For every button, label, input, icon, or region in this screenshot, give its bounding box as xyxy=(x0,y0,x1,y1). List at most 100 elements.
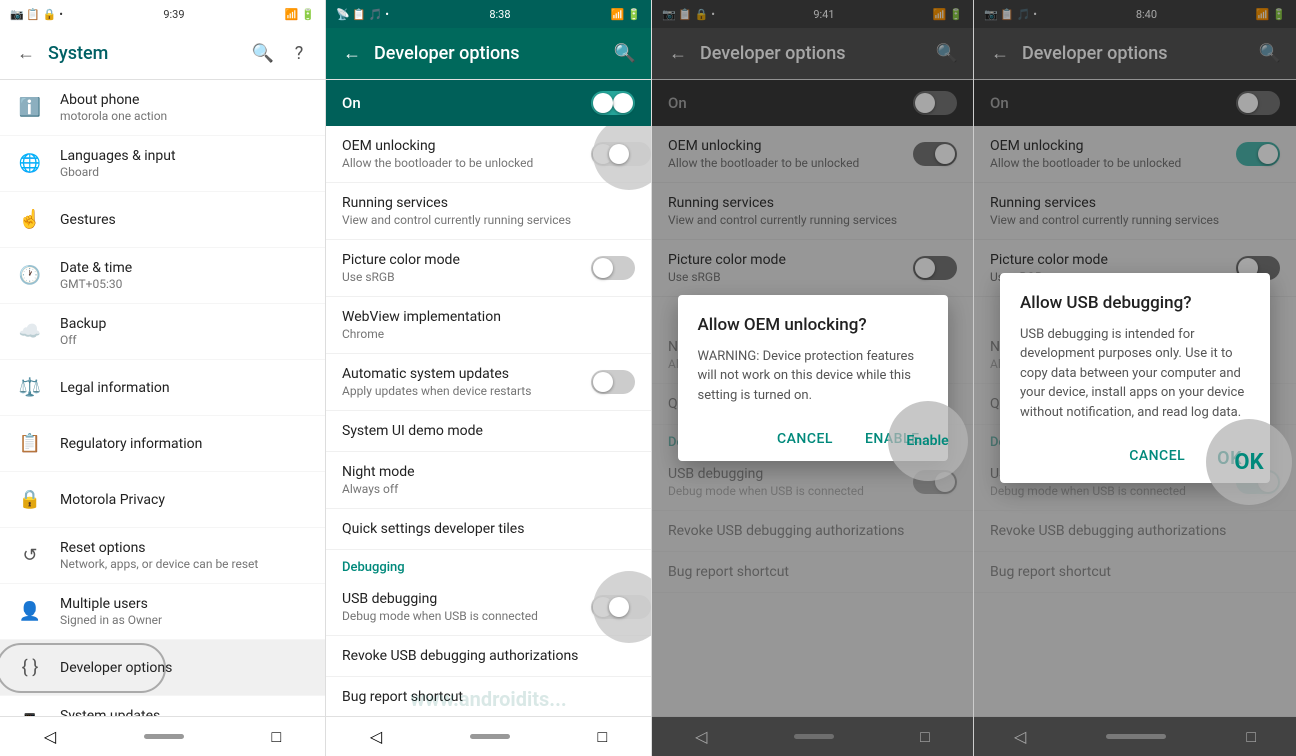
oem-circle-overlay xyxy=(593,126,651,190)
help-icon-1[interactable]: ? xyxy=(285,40,313,68)
recents-nav-2[interactable]: □ xyxy=(597,727,607,747)
auto-updates-title-2: Automatic system updates xyxy=(342,366,531,382)
usb-cancel-btn[interactable]: Cancel xyxy=(1121,442,1193,475)
setting-users[interactable]: 👤 Multiple users Signed in as Owner xyxy=(0,584,325,640)
panel-developer-oem-dialog: 📷 📋 🔒 • 9:41 📶 🔋 ← Developer options 🔍 O… xyxy=(652,0,974,756)
auto-updates-sub-2: Apply updates when device restarts xyxy=(342,384,531,398)
oem-dialog-overlay: Allow OEM unlocking? WARNING: Device pro… xyxy=(652,0,973,756)
developer-title: Developer options xyxy=(60,660,309,676)
panel-developer-options: 📡 📋 🎵 • 8:38 📶 🔋 ← Developer options 🔍 O… xyxy=(326,0,652,756)
dev-revoke-usb-2[interactable]: Revoke USB debugging authorizations xyxy=(326,636,651,677)
reset-icon: ↺ xyxy=(16,542,44,570)
search-icon-2[interactable]: 🔍 xyxy=(611,40,639,68)
ok-circle-text: OK xyxy=(1234,450,1263,475)
enable-circle-text: Enable xyxy=(906,433,948,449)
recents-nav-1[interactable]: □ xyxy=(271,727,281,747)
picture-toggle-2[interactable] xyxy=(591,256,635,280)
dev-quick-tiles-2[interactable]: Quick settings developer tiles xyxy=(326,509,651,550)
back-nav-2[interactable]: ◁ xyxy=(370,727,382,746)
home-nav-1[interactable] xyxy=(144,734,184,739)
setting-privacy[interactable]: 🔒 Motorola Privacy xyxy=(0,472,325,528)
clock-icon: 🕐 xyxy=(16,262,44,290)
usb-toggle-inner xyxy=(607,595,651,619)
bug-title-2: Bug report shortcut xyxy=(342,689,635,705)
status-icons-right-2: 📶 🔋 xyxy=(611,8,641,21)
enable-circle: Enable xyxy=(888,401,968,481)
usb-dialog: Allow USB debugging? USB debugging is in… xyxy=(1000,273,1270,484)
toolbar-title-system: System xyxy=(48,43,241,64)
oem-dialog-title: Allow OEM unlocking? xyxy=(698,315,928,335)
status-time-2: 8:38 xyxy=(489,8,510,21)
debugging-label-2: Debugging xyxy=(326,550,651,579)
setting-gestures[interactable]: ☝️ Gestures xyxy=(0,192,325,248)
status-time-1: 9:39 xyxy=(163,8,184,21)
picture-sub-2: Use sRGB xyxy=(342,270,460,284)
dev-demo-mode-2[interactable]: System UI demo mode xyxy=(326,411,651,452)
search-icon-1[interactable]: 🔍 xyxy=(249,40,277,68)
setting-backup[interactable]: ☁️ Backup Off xyxy=(0,304,325,360)
regulatory-title: Regulatory information xyxy=(60,436,309,452)
datetime-sub: GMT+05:30 xyxy=(60,277,309,291)
oem-sub-2: Allow the bootloader to be unlocked xyxy=(342,156,533,170)
panel-system-settings: 📷 📋 🔒 • 9:39 📶 🔋 ← System 🔍 ? ℹ️ About p… xyxy=(0,0,326,756)
setting-languages[interactable]: 🌐 Languages & input Gboard xyxy=(0,136,325,192)
setting-developer[interactable]: { } Developer options xyxy=(0,640,325,696)
datetime-title: Date & time xyxy=(60,260,309,276)
gestures-icon: ☝️ xyxy=(16,206,44,234)
dev-master-toggle-2[interactable] xyxy=(591,91,635,115)
dev-usb-debugging-2[interactable]: USB debugging Debug mode when USB is con… xyxy=(326,579,651,636)
reset-title: Reset options xyxy=(60,540,309,556)
setting-reset[interactable]: ↺ Reset options Network, apps, or device… xyxy=(0,528,325,584)
backup-icon: ☁️ xyxy=(16,318,44,346)
picture-title-2: Picture color mode xyxy=(342,252,460,268)
setting-system-updates[interactable]: 📱 System updates Updated to Android 9 xyxy=(0,696,325,716)
users-icon: 👤 xyxy=(16,598,44,626)
home-nav-2[interactable] xyxy=(470,734,510,739)
backup-title: Backup xyxy=(60,316,309,332)
toolbar-dev-options-2: ← Developer options 🔍 xyxy=(326,28,651,80)
toggle-knob xyxy=(613,93,633,113)
legal-title: Legal information xyxy=(60,380,309,396)
oem-cancel-btn[interactable]: Cancel xyxy=(769,425,841,453)
dev-picture-color-2[interactable]: Picture color mode Use sRGB xyxy=(326,240,651,297)
dev-oem-unlocking-2[interactable]: OEM unlocking Allow the bootloader to be… xyxy=(326,126,651,183)
users-title: Multiple users xyxy=(60,596,309,612)
panel-developer-usb-dialog: 📷 📋 🎵 • 8:40 📶 🔋 ← Developer options 🔍 O… xyxy=(974,0,1296,756)
dev-running-services-2[interactable]: Running services View and control curren… xyxy=(326,183,651,240)
dev-auto-updates-2[interactable]: Automatic system updates Apply updates w… xyxy=(326,354,651,411)
night-sub-2: Always off xyxy=(342,482,635,496)
dev-bug-report-2[interactable]: Bug report shortcut xyxy=(326,677,651,718)
back-icon-2[interactable]: ← xyxy=(338,40,366,68)
quick-tiles-title-2: Quick settings developer tiles xyxy=(342,521,635,537)
back-icon-1[interactable]: ← xyxy=(12,40,40,68)
auto-updates-toggle-2[interactable] xyxy=(591,370,635,394)
languages-sub: Gboard xyxy=(60,165,309,179)
toolbar-title-dev-2: Developer options xyxy=(374,43,603,64)
back-nav-1[interactable]: ◁ xyxy=(44,727,56,746)
dev-on-label-2: On xyxy=(342,94,591,112)
running-title-2: Running services xyxy=(342,195,635,211)
oem-dialog-body: WARNING: Device protection features will… xyxy=(698,347,928,406)
dev-settings-list-2: OEM unlocking Allow the bootloader to be… xyxy=(326,126,651,756)
language-icon: 🌐 xyxy=(16,150,44,178)
setting-legal[interactable]: ⚖️ Legal information xyxy=(0,360,325,416)
bottom-nav-2: ◁ □ xyxy=(326,716,651,756)
dev-night-mode-2[interactable]: Night mode Always off xyxy=(326,452,651,509)
setting-about-phone[interactable]: ℹ️ About phone motorola one action xyxy=(0,80,325,136)
setting-datetime[interactable]: 🕐 Date & time GMT+05:30 xyxy=(0,248,325,304)
info-icon: ℹ️ xyxy=(16,94,44,122)
setting-regulatory[interactable]: 📋 Regulatory information xyxy=(0,416,325,472)
webview-sub-2: Chrome xyxy=(342,327,635,341)
dev-webview-2[interactable]: WebView implementation Chrome xyxy=(326,297,651,354)
status-icons-left: 📷 📋 🔒 • xyxy=(10,8,63,21)
night-title-2: Night mode xyxy=(342,464,635,480)
users-sub: Signed in as Owner xyxy=(60,613,309,627)
privacy-icon: 🔒 xyxy=(16,486,44,514)
usb-circle-overlay xyxy=(593,571,651,643)
oem-dialog: Allow OEM unlocking? WARNING: Device pro… xyxy=(678,295,948,462)
oem-toggle-inner xyxy=(607,142,651,166)
backup-sub: Off xyxy=(60,333,309,347)
toolbar-system: ← System 🔍 ? xyxy=(0,28,325,80)
regulatory-icon: 📋 xyxy=(16,430,44,458)
developer-icon: { } xyxy=(16,654,44,682)
